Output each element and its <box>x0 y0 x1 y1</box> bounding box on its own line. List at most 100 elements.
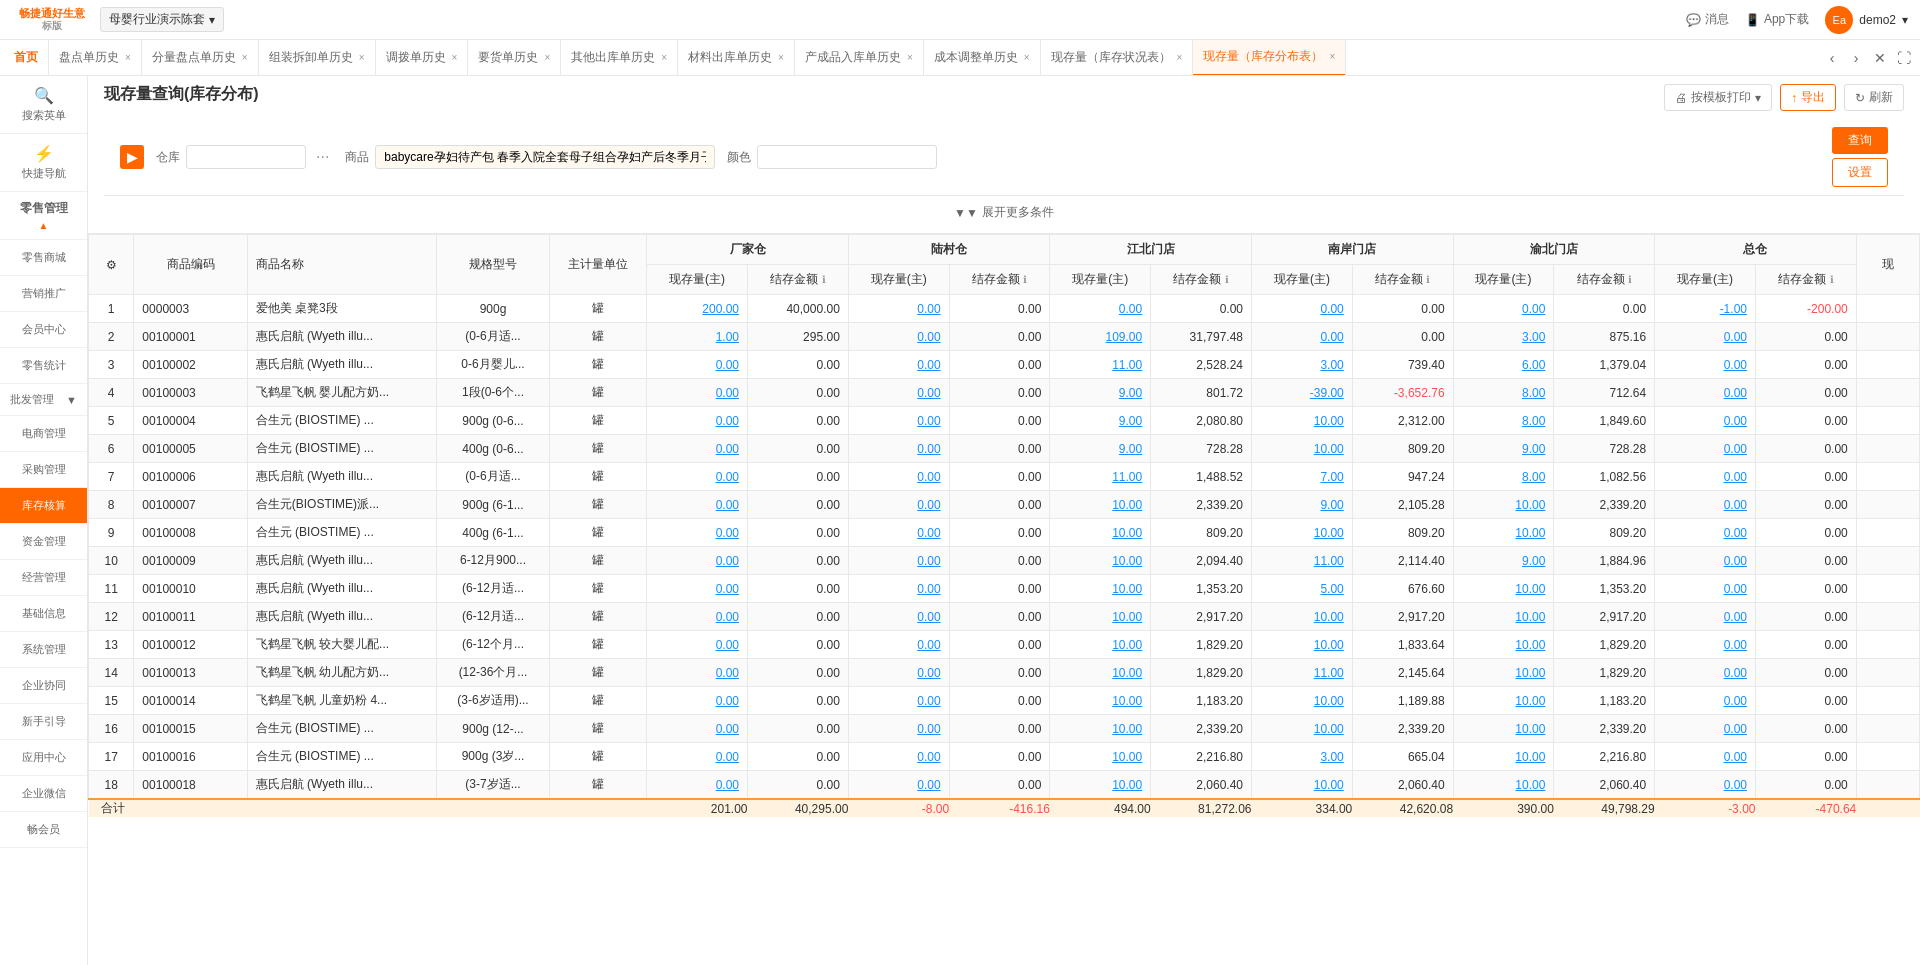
sidebar-item-collab[interactable]: 企业协同 <box>0 668 87 704</box>
ecommerce-label: 电商管理 <box>22 426 66 441</box>
sidebar-item-apps[interactable]: 应用中心 <box>0 740 87 776</box>
cell-cur <box>1856 659 1919 687</box>
tab-next-btn[interactable]: › <box>1844 46 1868 70</box>
cell-total-qty: 0.00 <box>1655 603 1756 631</box>
tab-assemble-close[interactable]: × <box>359 52 365 63</box>
cell-cf-qty: 0.00 <box>647 715 748 743</box>
tab-inventory-close[interactable]: × <box>125 52 131 63</box>
warehouse-input[interactable] <box>186 145 306 169</box>
goods-label: 商品 <box>345 149 369 166</box>
top-bar-right: 💬 消息 📱 App下载 Ea demo2 ▾ <box>1686 6 1908 34</box>
tab-branch-inventory[interactable]: 分量盘点单历史 × <box>142 40 259 76</box>
sidebar-item-ecommerce[interactable]: 电商管理 <box>0 416 87 452</box>
cell-cur <box>1856 743 1919 771</box>
sidebar-item-retail[interactable]: 零售管理 ▲ <box>0 192 87 240</box>
tab-transfer[interactable]: 调拨单历史 × <box>376 40 469 76</box>
cell-name: 飞鹤星飞帆 较大婴儿配... <box>247 631 436 659</box>
export-btn[interactable]: ↑ 导出 <box>1780 84 1836 111</box>
cell-total-qty: 0.00 <box>1655 491 1756 519</box>
sidebar-item-guide[interactable]: 新手引导 <box>0 704 87 740</box>
setting-btn[interactable]: 设置 <box>1832 158 1888 187</box>
cell-jb-amt: 2,528.24 <box>1151 351 1252 379</box>
sidebar-item-wholesale[interactable]: 批发管理 ▼ <box>0 384 87 416</box>
sidebar-item-purchase[interactable]: 采购管理 <box>0 452 87 488</box>
export-label: 导出 <box>1801 89 1825 106</box>
cell-code: 00100015 <box>134 715 247 743</box>
tab-requisition[interactable]: 要货单历史 × <box>468 40 561 76</box>
tab-inventory[interactable]: 盘点单历史 × <box>49 40 142 76</box>
tab-assemble[interactable]: 组装拆卸单历史 × <box>259 40 376 76</box>
th-name: 商品名称 <box>247 235 436 295</box>
tab-transfer-close[interactable]: × <box>452 52 458 63</box>
tab-cost-adjust[interactable]: 成本调整单历史 × <box>924 40 1041 76</box>
tab-home[interactable]: 首页 <box>4 40 49 76</box>
sidebar-item-marketing[interactable]: 营销推广 <box>0 276 87 312</box>
sidebar-item-member[interactable]: 会员中心 <box>0 312 87 348</box>
cell-cf-qty: 1.00 <box>647 323 748 351</box>
goods-input[interactable] <box>375 145 715 169</box>
message-btn[interactable]: 💬 消息 <box>1686 11 1729 28</box>
cell-spec: 900g <box>436 295 549 323</box>
th-gear[interactable]: ⚙ <box>89 235 134 295</box>
sidebar-item-finance[interactable]: 资金管理 <box>0 524 87 560</box>
retail-stats-label: 零售统计 <box>22 358 66 373</box>
cell-no: 4 <box>89 379 134 407</box>
tab-stock-dist-close[interactable]: × <box>1329 51 1335 62</box>
cell-na-qty: 9.00 <box>1252 491 1353 519</box>
refresh-btn[interactable]: ↻ 刷新 <box>1844 84 1904 111</box>
cell-total-amt: 0.00 <box>1755 407 1856 435</box>
cell-lc-qty: 0.00 <box>848 435 949 463</box>
sidebar-item-sys[interactable]: 系统管理 <box>0 632 87 668</box>
sidebar-item-retail-stats[interactable]: 零售统计 <box>0 348 87 384</box>
tab-other-out[interactable]: 其他出库单历史 × <box>561 40 678 76</box>
tab-product-in-close[interactable]: × <box>907 52 913 63</box>
expand-btn[interactable]: ▼▼ 展开更多条件 <box>946 200 1062 225</box>
tab-prev-btn[interactable]: ‹ <box>1820 46 1844 70</box>
tab-stock-status[interactable]: 现存量（库存状况表） × <box>1041 40 1194 76</box>
cell-spec: (6-12个月... <box>436 631 549 659</box>
cell-lc-amt: 0.00 <box>949 631 1050 659</box>
th-group-yb: 渝北门店 <box>1453 235 1655 265</box>
sidebar-shortcuts-label: 快捷导航 <box>22 166 66 181</box>
cell-cf-amt: 40,000.00 <box>748 295 849 323</box>
tab-stock-status-close[interactable]: × <box>1177 52 1183 63</box>
app-download-btn[interactable]: 📱 App下载 <box>1745 11 1809 28</box>
th-total-qty: 现存量(主) <box>1655 265 1756 295</box>
tab-fullscreen-btn[interactable]: ⛶ <box>1892 46 1916 70</box>
cell-no: 5 <box>89 407 134 435</box>
summary-yb-qty: 390.00 <box>1453 799 1554 817</box>
user-info[interactable]: Ea demo2 ▾ <box>1825 6 1908 34</box>
cell-code: 0000003 <box>134 295 247 323</box>
tab-close-all-btn[interactable]: ✕ <box>1868 46 1892 70</box>
cell-total-amt: 0.00 <box>1755 351 1856 379</box>
tab-branch-inventory-close[interactable]: × <box>242 52 248 63</box>
summary-total-amt: -470.64 <box>1755 799 1856 817</box>
sidebar-item-basic[interactable]: 基础信息 <box>0 596 87 632</box>
cell-total-amt: 0.00 <box>1755 491 1856 519</box>
sidebar-item-member2[interactable]: 畅会员 <box>0 812 87 848</box>
filter-toggle-btn[interactable]: ▶ <box>120 145 144 169</box>
tab-material-out-close[interactable]: × <box>778 52 784 63</box>
sidebar-item-ops[interactable]: 经营管理 <box>0 560 87 596</box>
tab-other-out-close[interactable]: × <box>661 52 667 63</box>
tab-cost-adjust-close[interactable]: × <box>1024 52 1030 63</box>
sidebar-item-wechat[interactable]: 企业微信 <box>0 776 87 812</box>
sidebar-item-retail-shop[interactable]: 零售商城 <box>0 240 87 276</box>
sidebar-item-shortcuts[interactable]: ⚡ 快捷导航 <box>0 134 87 192</box>
cell-lc-qty: 0.00 <box>848 491 949 519</box>
sidebar-item-stock[interactable]: 库存核算 <box>0 488 87 524</box>
print-btn[interactable]: 🖨 按模板打印 ▾ <box>1664 84 1772 111</box>
cell-na-amt: 2,114.40 <box>1352 547 1453 575</box>
search-btn[interactable]: 查询 <box>1832 127 1888 154</box>
cell-unit: 罐 <box>550 631 647 659</box>
color-input[interactable] <box>757 145 937 169</box>
sidebar-item-search[interactable]: 🔍 搜索英单 <box>0 76 87 134</box>
main-layout: 🔍 搜索英单 ⚡ 快捷导航 零售管理 ▲ 零售商城 营销推广 会员中心 零售统计… <box>0 76 1920 965</box>
cell-total-amt: 0.00 <box>1755 463 1856 491</box>
cell-jb-qty: 10.00 <box>1050 547 1151 575</box>
tab-product-in[interactable]: 产成品入库单历史 × <box>795 40 924 76</box>
store-selector[interactable]: 母婴行业演示陈套 ▾ <box>100 7 224 32</box>
tab-stock-dist[interactable]: 现存量（库存分布表） × <box>1193 40 1346 76</box>
tab-material-out[interactable]: 材料出库单历史 × <box>678 40 795 76</box>
tab-requisition-close[interactable]: × <box>544 52 550 63</box>
